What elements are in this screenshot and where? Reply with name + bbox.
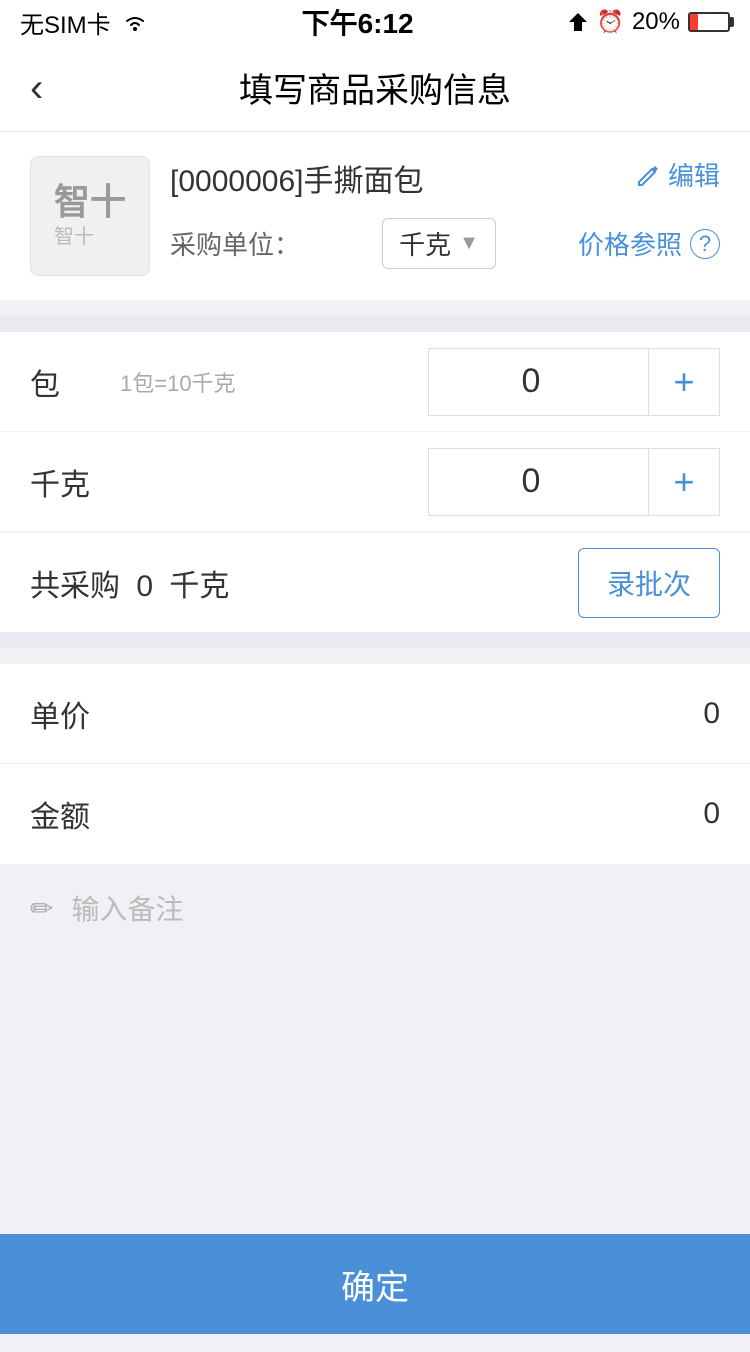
pencil-icon: ✏ [30, 892, 53, 925]
amount-label: 金额 [30, 792, 90, 836]
kg-row: 千克 + [0, 432, 750, 532]
unit-label: 采购单位： [170, 225, 300, 262]
divider-band-2 [0, 632, 750, 648]
product-section: 智十 智十 [0000006]手撕面包 编辑 采购单位： 千克 ▼ [0, 132, 750, 300]
chevron-down-icon: ▼ [459, 232, 479, 255]
kg-input[interactable] [428, 448, 648, 516]
confirm-button[interactable]: 确定 [0, 1234, 750, 1334]
summary-section: 共采购 0 千克 录批次 [0, 532, 750, 632]
unit-price-row: 单价 0 [0, 664, 750, 764]
batch-button[interactable]: 录批次 [578, 548, 720, 618]
remark-placeholder: 输入备注 [71, 888, 183, 928]
status-left: 无SIM卡 [20, 5, 149, 40]
price-section: 单价 0 金额 0 [0, 664, 750, 864]
summary-text: 共采购 0 千克 [30, 561, 229, 605]
unit-selector[interactable]: 千克 ▼ [382, 218, 496, 269]
help-icon: ? [690, 229, 720, 259]
status-right: ⏰ 20% [567, 8, 730, 36]
kg-label: 千克 [30, 460, 110, 504]
battery-icon [688, 12, 730, 32]
remark-section[interactable]: ✏ 输入备注 [0, 864, 750, 952]
nav-bar: ‹ 填写商品采购信息 [0, 44, 750, 132]
kg-input-group: + [110, 448, 720, 516]
package-row: 包 1包=10千克 + [0, 332, 750, 432]
product-info: [0000006]手撕面包 编辑 采购单位： 千克 ▼ 价格参照 ? [170, 156, 720, 269]
location-icon [567, 11, 589, 33]
page-title: 填写商品采购信息 [239, 63, 511, 112]
package-label: 包 [30, 360, 110, 404]
carrier-text: 无SIM卡 [20, 5, 111, 40]
form-section: 包 1包=10千克 + 千克 + 共采购 0 千克 录批次 [0, 332, 750, 632]
package-sublabel: 1包=10千克 [120, 366, 236, 398]
package-input-group: + [236, 348, 720, 416]
price-ref-button[interactable]: 价格参照 ? [578, 225, 720, 262]
divider-band [0, 316, 750, 332]
amount-row: 金额 0 [0, 764, 750, 864]
unit-price-label: 单价 [30, 692, 90, 736]
amount-value: 0 [703, 797, 720, 831]
edit-icon [636, 162, 662, 188]
product-name: [0000006]手撕面包 [170, 156, 636, 200]
back-button[interactable]: ‹ [30, 68, 43, 108]
wifi-icon [121, 12, 149, 32]
battery-percent: 20% [632, 8, 680, 36]
edit-button[interactable]: 编辑 [636, 156, 720, 193]
package-plus-button[interactable]: + [648, 348, 720, 416]
status-time: 下午6:12 [302, 2, 414, 42]
unit-price-value: 0 [703, 697, 720, 731]
kg-plus-button[interactable]: + [648, 448, 720, 516]
alarm-icon: ⏰ [597, 9, 624, 35]
status-bar: 无SIM卡 下午6:12 ⏰ 20% [0, 0, 750, 44]
product-logo: 智十 [54, 184, 126, 220]
product-image: 智十 智十 [30, 156, 150, 276]
empty-area [0, 952, 750, 1252]
package-input[interactable] [428, 348, 648, 416]
